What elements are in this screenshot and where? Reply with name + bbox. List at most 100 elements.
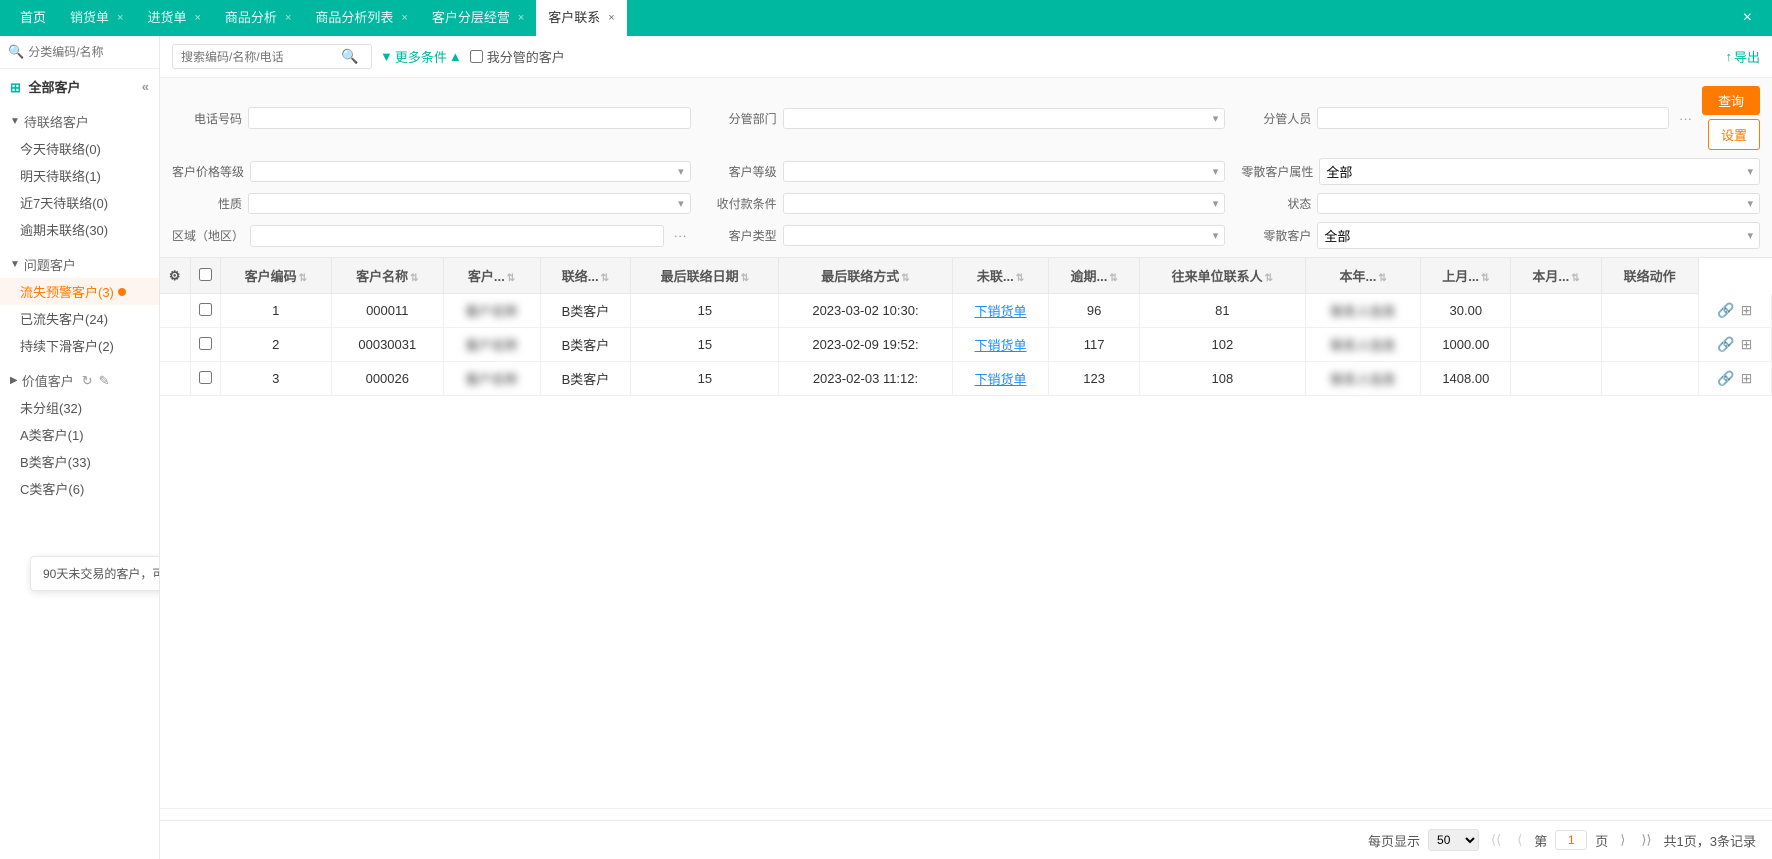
search-input[interactable] <box>181 50 341 64</box>
filter-select-status[interactable]: ▾ <box>1317 193 1760 214</box>
sidebar-item-overdue-pending[interactable]: 逾期未联络(30) <box>0 216 159 243</box>
sort-contact-icon[interactable]: ⇅ <box>601 273 609 284</box>
edit-icon[interactable]: ✎ <box>99 373 110 389</box>
my-customers-check[interactable] <box>470 50 483 63</box>
sidebar-item-7days-pending[interactable]: 近7天待联络(0) <box>0 189 159 216</box>
action-more-icon-1[interactable]: ⊞ <box>1741 336 1753 353</box>
close-sales-icon[interactable]: × <box>117 0 123 36</box>
filter-select-sparse-customer[interactable]: 全部 ▾ <box>1317 222 1760 249</box>
tab-goods-analysis[interactable]: 商品分析 × <box>213 0 303 36</box>
page-size-select[interactable]: 50 100 200 <box>1428 829 1479 851</box>
filter-select-customer-grade[interactable]: ▾ <box>783 161 1226 182</box>
th-last-month[interactable]: 上月...⇅ <box>1421 258 1511 294</box>
action-link-icon-0[interactable]: 🔗 <box>1717 302 1734 319</box>
sort-person-icon[interactable]: ⇅ <box>1265 273 1273 284</box>
cell-lastmethod-0[interactable]: 下销货单 <box>952 294 1049 328</box>
sidebar-item-tomorrow-pending[interactable]: 明天待联络(1) <box>0 162 159 189</box>
tab-customer-tier[interactable]: 客户分层经营 × <box>420 0 536 36</box>
sort-overdue-icon[interactable]: ⇅ <box>1109 273 1117 284</box>
filter-select-price-grade[interactable]: ▾ <box>250 161 691 182</box>
my-customers-checkbox[interactable]: 我分管的客户 <box>470 47 565 66</box>
page-number-input[interactable]: 1 <box>1555 830 1587 850</box>
th-this-year[interactable]: 本年...⇅ <box>1306 258 1421 294</box>
sidebar-section-problem-title[interactable]: ▼ 问题客户 <box>0 251 159 278</box>
next-page-button[interactable]: ⟩ <box>1616 830 1629 850</box>
row-checkbox-2[interactable] <box>199 371 212 384</box>
filter-select-dept[interactable]: ▾ <box>783 108 1226 129</box>
sidebar-collapse-icon[interactable]: « <box>142 79 149 94</box>
row-checkbox-1[interactable] <box>199 337 212 350</box>
select-all-checkbox[interactable] <box>199 268 212 281</box>
sidebar-item-ungrouped[interactable]: 未分组(32) <box>0 394 159 421</box>
action-link-icon-1[interactable]: 🔗 <box>1717 336 1734 353</box>
cell-checkbox-1[interactable] <box>190 328 220 362</box>
sort-thisyear-icon[interactable]: ⇅ <box>1378 273 1386 284</box>
settings-button[interactable]: 设置 <box>1708 119 1760 150</box>
th-uncontact[interactable]: 未联...⇅ <box>952 258 1049 294</box>
first-page-button[interactable]: ⟨⟨ <box>1487 830 1505 850</box>
sidebar-item-declining[interactable]: 持续下滑客户(2) <box>0 332 159 359</box>
sort-thismonth-icon[interactable]: ⇅ <box>1571 273 1579 284</box>
close-customer-tier-icon[interactable]: × <box>518 0 524 36</box>
cell-checkbox-2[interactable] <box>190 362 220 396</box>
th-this-month[interactable]: 本月...⇅ <box>1511 258 1601 294</box>
close-customer-contact-icon[interactable]: × <box>608 0 614 36</box>
sidebar-all-customers[interactable]: ⊞ 全部客户 « <box>0 69 159 104</box>
row-checkbox-0[interactable] <box>199 303 212 316</box>
search-icon[interactable]: 🔍 <box>341 48 358 65</box>
filter-input-region[interactable] <box>250 225 664 247</box>
filter-select-customer-type[interactable]: ▾ <box>783 225 1226 246</box>
sidebar-section-pending-title[interactable]: ▼ 待联络客户 <box>0 108 159 135</box>
filter-select-payment[interactable]: ▾ <box>783 193 1226 214</box>
filter-search-box[interactable]: 🔍 <box>172 44 372 69</box>
sort-type-icon[interactable]: ⇅ <box>507 273 515 284</box>
sort-name-icon[interactable]: ⇅ <box>410 273 418 284</box>
cell-lastmethod-1[interactable]: 下销货单 <box>952 328 1049 362</box>
sidebar-item-churned[interactable]: 已流失客户(24) <box>0 305 159 332</box>
export-button[interactable]: ↑ 导出 <box>1725 47 1760 66</box>
query-button[interactable]: 查询 <box>1702 86 1760 115</box>
close-purchase-icon[interactable]: × <box>194 0 200 36</box>
action-more-icon-2[interactable]: ⊞ <box>1741 370 1753 387</box>
cell-checkbox-0[interactable] <box>190 294 220 328</box>
last-page-button[interactable]: ⟩⟩ <box>1637 830 1655 850</box>
cell-lastmethod-2[interactable]: 下销货单 <box>952 362 1049 396</box>
sort-lastdate-icon[interactable]: ⇅ <box>741 273 749 284</box>
th-code[interactable]: 客户编码⇅ <box>220 258 332 294</box>
sidebar-search-input[interactable] <box>28 45 151 59</box>
th-overdue[interactable]: 逾期...⇅ <box>1049 258 1139 294</box>
th-contact[interactable]: 联络...⇅ <box>540 258 631 294</box>
sort-lastmonth-icon[interactable]: ⇅ <box>1481 273 1489 284</box>
prev-page-button[interactable]: ⟨ <box>1513 830 1526 850</box>
horizontal-scrollbar[interactable] <box>160 808 1772 820</box>
th-person[interactable]: 往来单位联系人⇅ <box>1139 258 1305 294</box>
th-name[interactable]: 客户名称⇅ <box>332 258 444 294</box>
tab-goods-analysis-list[interactable]: 商品分析列表 × <box>303 0 419 36</box>
filter-select-sparse-attr[interactable]: 全部 ▾ <box>1319 158 1760 185</box>
sidebar-item-class-a[interactable]: A类客户(1) <box>0 421 159 448</box>
filter-input-person[interactable] <box>1317 107 1669 129</box>
action-link-icon-2[interactable]: 🔗 <box>1717 370 1734 387</box>
tab-purchase[interactable]: 进货单 × <box>135 0 212 36</box>
th-checkbox[interactable] <box>190 258 220 294</box>
sidebar-search-bar[interactable]: 🔍 <box>0 36 159 69</box>
refresh-icon[interactable]: ↻ <box>82 373 93 389</box>
filter-select-nature[interactable]: ▾ <box>248 193 691 214</box>
sidebar-item-class-c[interactable]: C类客户(6) <box>0 475 159 502</box>
tab-sales[interactable]: 销货单 × <box>58 0 135 36</box>
filter-input-phone[interactable] <box>248 107 691 129</box>
th-settings[interactable]: ⚙ <box>160 258 190 294</box>
sidebar-section-value-title[interactable]: ▶ 价值客户 ↻ ✎ <box>0 367 159 394</box>
sort-code-icon[interactable]: ⇅ <box>299 273 307 284</box>
sort-uncontact-icon[interactable]: ⇅ <box>1016 273 1024 284</box>
sidebar-item-churn-warning[interactable]: 流失预警客户(3) <box>0 278 159 305</box>
action-more-icon-0[interactable]: ⊞ <box>1741 302 1753 319</box>
tab-customer-contact[interactable]: 客户联系 × <box>536 0 626 36</box>
more-conditions-btn[interactable]: ▼ 更多条件 ▲ <box>380 47 462 66</box>
window-close-button[interactable]: × <box>1731 9 1764 27</box>
tab-home[interactable]: 首页 <box>8 0 58 36</box>
filter-dots-person[interactable]: ··· <box>1675 111 1696 126</box>
close-goods-analysis-icon[interactable]: × <box>285 0 291 36</box>
sidebar-item-today-pending[interactable]: 今天待联络(0) <box>0 135 159 162</box>
sort-lastmethod-icon[interactable]: ⇅ <box>901 273 909 284</box>
